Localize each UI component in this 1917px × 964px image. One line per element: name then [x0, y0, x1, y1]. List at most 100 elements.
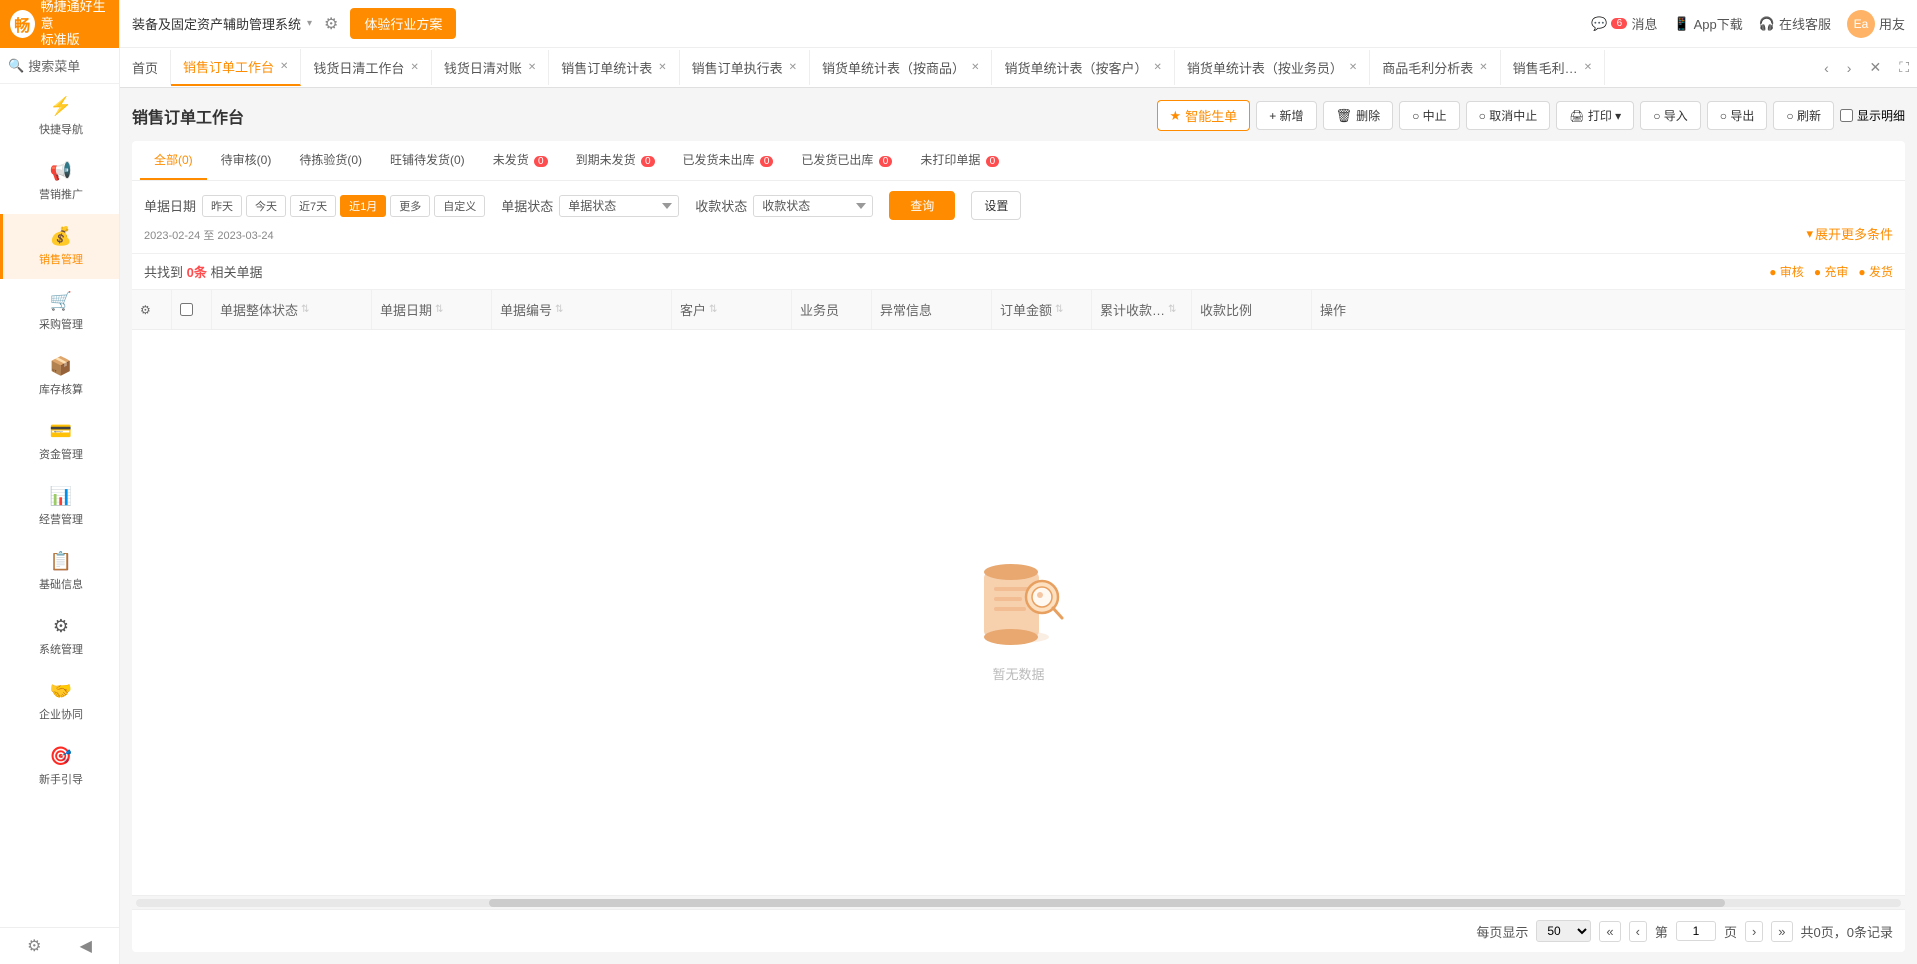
- add-button[interactable]: + 新增: [1256, 101, 1316, 130]
- tab-close-icon[interactable]: ✕: [971, 62, 979, 73]
- refresh-button[interactable]: ○ 刷新: [1773, 101, 1834, 130]
- ship-link[interactable]: ● 发货: [1858, 263, 1893, 280]
- today-btn[interactable]: 今天: [246, 195, 286, 217]
- tab-close-icon[interactable]: ✕: [410, 62, 418, 73]
- filter-tab-expired[interactable]: 到期未发货 0: [562, 141, 669, 180]
- sidebar-item-system[interactable]: ⚙ 系统管理: [0, 604, 119, 669]
- sort-icon[interactable]: ⇅: [301, 304, 309, 315]
- topbar-gear-icon[interactable]: ⚙: [324, 14, 338, 34]
- sidebar-item-purchase[interactable]: 🛒 采购管理: [0, 279, 119, 344]
- filter-tab-not-shipped[interactable]: 未发货 0: [479, 141, 562, 180]
- last-month-btn[interactable]: 近1月: [340, 195, 386, 217]
- sidebar-item-base-info[interactable]: 📋 基础信息: [0, 539, 119, 604]
- settings-icon[interactable]: ⚙: [27, 936, 41, 956]
- page-number-input[interactable]: [1676, 921, 1716, 941]
- last-page-btn[interactable]: »: [1771, 921, 1792, 942]
- tab-close-icon[interactable]: ✕: [658, 62, 666, 73]
- tab-staff-stat[interactable]: 销货单统计表（按业务员） ✕: [1175, 50, 1370, 85]
- detail-checkbox-input[interactable]: [1840, 109, 1853, 122]
- tab-sales-stat[interactable]: 销售订单统计表 ✕: [549, 50, 679, 85]
- show-detail-checkbox[interactable]: 显示明细: [1840, 107, 1905, 124]
- filter-tab-wangpu[interactable]: 旺铺待发货(0): [376, 141, 479, 180]
- tab-sales-profit[interactable]: 销售毛利… ✕: [1501, 50, 1605, 85]
- smart-create-button[interactable]: ★ 智能生单: [1157, 100, 1251, 131]
- filter-tab-pending-review[interactable]: 待审核(0): [207, 141, 286, 180]
- suspend-button[interactable]: ○ 中止: [1399, 101, 1460, 130]
- re-review-link[interactable]: ● 充审: [1814, 263, 1849, 280]
- payment-filter: 收款状态 收款状态: [695, 195, 873, 217]
- sidebar-item-label: 新手引导: [39, 771, 83, 787]
- tab-close-icon[interactable]: ✕: [528, 62, 536, 73]
- solution-button[interactable]: 体验行业方案: [350, 8, 456, 39]
- horizontal-scrollbar[interactable]: [132, 895, 1905, 909]
- sidebar-item-finance[interactable]: 💳 资金管理: [0, 409, 119, 474]
- expand-filter-btn[interactable]: ▾ 展开更多条件: [1806, 224, 1893, 243]
- tab-close-all-btn[interactable]: ✕: [1861, 55, 1889, 80]
- sidebar-item-inventory[interactable]: 📦 库存核算: [0, 344, 119, 409]
- online-service-btn[interactable]: 🎧 在线客服: [1759, 14, 1831, 33]
- tab-close-icon[interactable]: ✕: [789, 62, 797, 73]
- sidebar-item-guide[interactable]: 🎯 新手引导: [0, 734, 119, 799]
- payment-select[interactable]: 收款状态: [753, 195, 873, 217]
- tab-close-icon[interactable]: ✕: [1153, 62, 1161, 73]
- filter-area: 单据日期 昨天 今天 近7天 近1月 更多 自定义 单据状态: [132, 181, 1905, 254]
- filter-tab-all[interactable]: 全部(0): [140, 141, 207, 180]
- review-link[interactable]: ● 审核: [1769, 263, 1804, 280]
- sidebar-item-quick-nav[interactable]: ⚡ 快捷导航: [0, 84, 119, 149]
- tab-close-icon[interactable]: ✕: [1584, 62, 1592, 73]
- sidebar-item-marketing[interactable]: 📢 营销推广: [0, 149, 119, 214]
- filter-tab-shipped-not-out[interactable]: 已发货未出库 0: [669, 141, 788, 180]
- filter-tab-shipped-out[interactable]: 已发货已出库 0: [787, 141, 906, 180]
- settings-button[interactable]: 设置: [971, 191, 1021, 220]
- app-download-btn[interactable]: 📱 App下载: [1673, 14, 1742, 33]
- tab-goods-stat[interactable]: 销货单统计表（按商品） ✕: [810, 50, 992, 85]
- tab-close-icon[interactable]: ✕: [1349, 62, 1357, 73]
- filter-tab-pending-check[interactable]: 待拣验货(0): [285, 141, 376, 180]
- delete-button[interactable]: 🗑 删除: [1323, 101, 1394, 130]
- tab-close-icon[interactable]: ✕: [1479, 62, 1487, 73]
- scrollbar-thumb[interactable]: [489, 899, 1725, 907]
- print-button[interactable]: 🖨 打印 ▾: [1556, 101, 1634, 130]
- prev-page-btn[interactable]: ‹: [1629, 921, 1647, 942]
- sort-icon[interactable]: ⇅: [1168, 304, 1176, 315]
- yesterday-btn[interactable]: 昨天: [202, 195, 242, 217]
- tab-fullscreen-btn[interactable]: ⛶: [1891, 55, 1917, 80]
- tab-cash-daily[interactable]: 钱货日清工作台 ✕: [301, 50, 431, 85]
- col-settings[interactable]: ⚙: [132, 290, 172, 329]
- tab-cash-reconcile[interactable]: 钱货日清对账 ✕: [432, 50, 549, 85]
- tab-sales-exec[interactable]: 销售订单执行表 ✕: [680, 50, 810, 85]
- page-size-select[interactable]: 10 20 50 100: [1536, 920, 1591, 942]
- tab-profit[interactable]: 商品毛利分析表 ✕: [1370, 50, 1500, 85]
- more-btn[interactable]: 更多: [390, 195, 430, 217]
- collapse-icon[interactable]: ◀: [80, 936, 92, 956]
- query-button[interactable]: 查询: [889, 191, 955, 220]
- sort-icon[interactable]: ⇅: [709, 304, 717, 315]
- tab-home[interactable]: 首页: [120, 50, 171, 85]
- sidebar-item-operations[interactable]: 📊 经营管理: [0, 474, 119, 539]
- tab-sales-order[interactable]: 销售订单工作台 ✕: [171, 49, 301, 86]
- custom-btn[interactable]: 自定义: [434, 195, 485, 217]
- col-checkbox[interactable]: [172, 290, 212, 329]
- sort-icon[interactable]: ⇅: [555, 304, 563, 315]
- sidebar-search[interactable]: 🔍 搜索菜单: [0, 48, 119, 84]
- status-select[interactable]: 单据状态: [559, 195, 679, 217]
- tab-scroll-right-btn[interactable]: ›: [1839, 56, 1860, 80]
- user-menu-btn[interactable]: Ea 用友: [1847, 10, 1905, 38]
- last7days-btn[interactable]: 近7天: [290, 195, 336, 217]
- sidebar-item-sales[interactable]: 💰 销售管理: [0, 214, 119, 279]
- import-button[interactable]: ○ 导入: [1640, 101, 1701, 130]
- sort-icon[interactable]: ⇅: [1055, 304, 1063, 315]
- sidebar-item-enterprise[interactable]: 🤝 企业协同: [0, 669, 119, 734]
- first-page-btn[interactable]: «: [1599, 921, 1620, 942]
- tab-scroll-left-btn[interactable]: ‹: [1816, 56, 1837, 80]
- tab-customer-stat[interactable]: 销货单统计表（按客户） ✕: [992, 50, 1174, 85]
- select-all-checkbox[interactable]: [180, 303, 193, 316]
- filter-row-1: 单据日期 昨天 今天 近7天 近1月 更多 自定义 单据状态: [144, 191, 1893, 220]
- export-button[interactable]: ○ 导出: [1707, 101, 1768, 130]
- cancel-suspend-button[interactable]: ○ 取消中止: [1466, 101, 1551, 130]
- next-page-btn[interactable]: ›: [1745, 921, 1763, 942]
- tab-close-icon[interactable]: ✕: [280, 61, 288, 72]
- message-btn[interactable]: 💬 6 消息: [1591, 14, 1657, 33]
- sort-icon[interactable]: ⇅: [435, 304, 443, 315]
- filter-tab-not-printed[interactable]: 未打印单据 0: [906, 141, 1013, 180]
